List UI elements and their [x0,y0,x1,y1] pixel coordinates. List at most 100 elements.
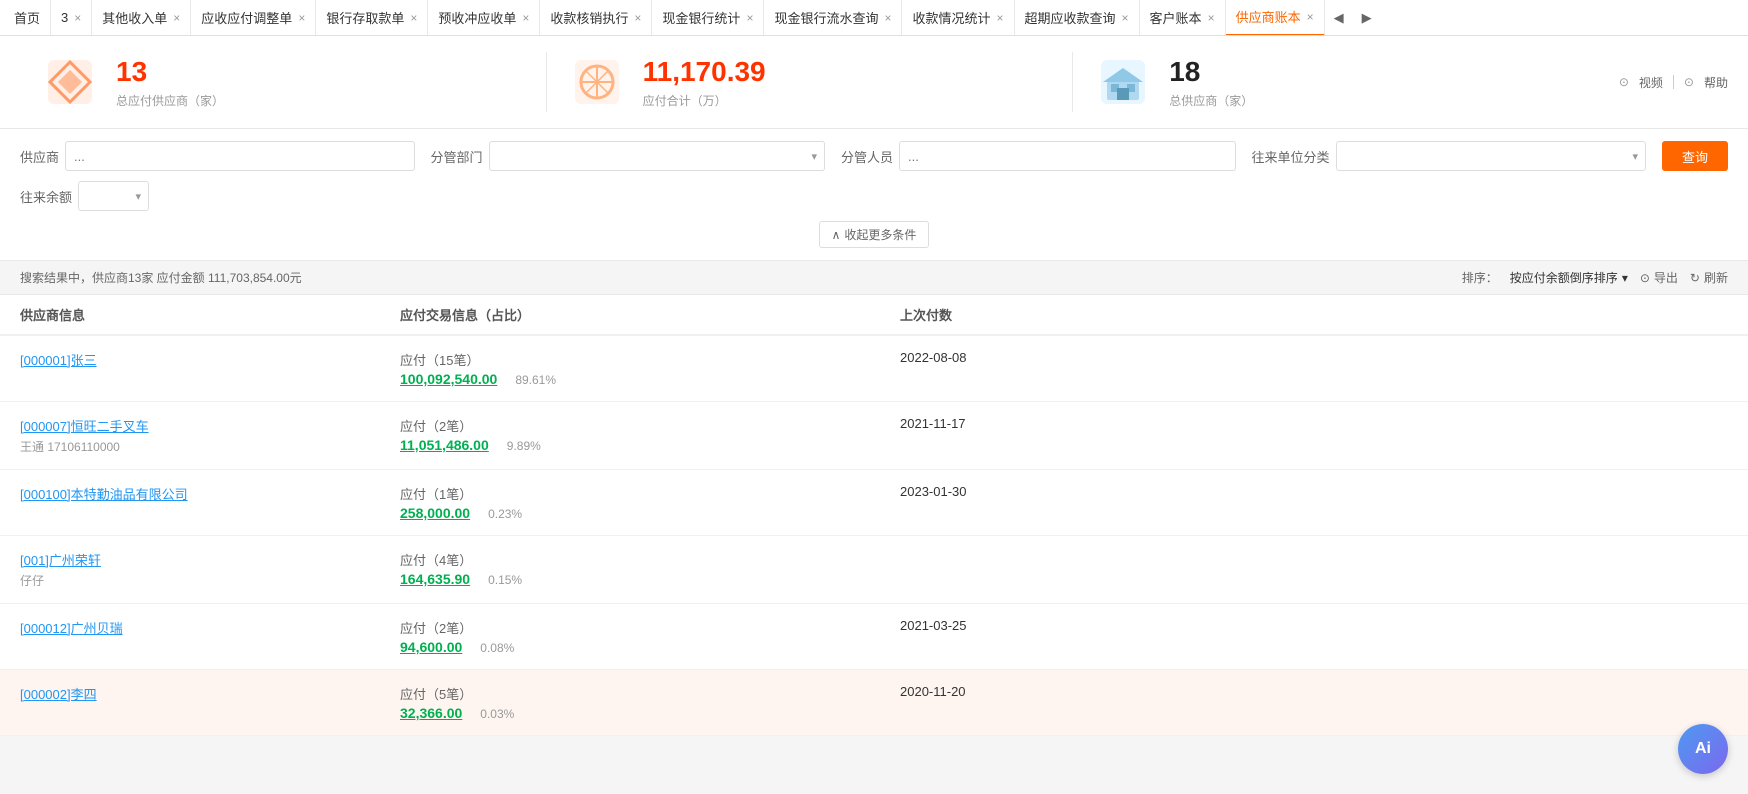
nav-tab-receipt-stat-label: 收款情况统计 [912,8,990,27]
supplier-cell-4: [000012]广州贝瑞 [20,618,400,637]
tx-label-3: 应付（4笔） [400,550,900,569]
category-select[interactable] [1336,141,1646,171]
supplier-link-2[interactable]: [000100]本特勤油品有限公司 [20,484,400,503]
nav-tab-cash-bank-stat[interactable]: 现金银行统计 × [652,0,764,36]
nav-tab-bank-deposit-label: 银行存取款单 [326,8,404,27]
lastpay-cell-1: 2021-11-17 [900,416,1728,431]
tx-percent-0: 89.61% [515,373,556,387]
nav-tab-supplier-ledger[interactable]: 供应商账本 × [1226,0,1325,36]
total-payable-amount-label: 应付合计（万） [643,92,766,109]
nav-tab-home-label: 首页 [14,8,40,27]
filter-row-2: 往来余额 选择... ▾ [20,181,1728,211]
tx-amount-5[interactable]: 32,366.00 [400,705,462,721]
nav-tab-ar-ap-adjust-label: 应收应付调整单 [201,8,292,27]
help-links: ⊙ 视频 ⊙ 帮助 [1599,74,1728,91]
tx-amount-3[interactable]: 164,635.90 [400,571,470,587]
supplier-link-4[interactable]: [000012]广州贝瑞 [20,618,400,637]
filter-row-1: 供应商 分管部门 ▾ 分管人员 往来单位分类 ▾ 查询 [20,141,1728,171]
dept-select-wrapper: ▾ [489,141,825,171]
nav-arrow-left[interactable]: ◀ [1325,0,1353,36]
close-icon[interactable]: × [173,11,180,25]
close-icon[interactable]: × [997,11,1004,25]
refresh-label: 刷新 [1704,269,1728,286]
nav-tab-cash-bank-flow[interactable]: 现金银行流水查询 × [764,0,902,36]
tx-row-1: 11,051,486.00 9.89% [400,435,900,453]
supplier-input[interactable] [65,141,414,171]
nav-tab-customer-ledger[interactable]: 客户账本 × [1140,0,1226,36]
col-header-transaction: 应付交易信息（占比） [400,305,900,324]
nav-tab-prepay-ar[interactable]: 预收冲应收单 × [428,0,540,36]
nav-tab-other-income[interactable]: 其他收入单 × [92,0,191,36]
balance-label: 往来余额 [20,187,72,206]
nav-tab-overdue-ar-label: 超期应收款查询 [1025,8,1116,27]
filter-item-dept: 分管部门 ▾ [431,141,826,171]
close-icon[interactable]: × [1122,11,1129,25]
close-icon[interactable]: × [74,11,81,25]
supplier-sub-1: 王通 17106110000 [20,438,400,455]
divider [1673,75,1674,89]
supplier-link-5[interactable]: [000002]李四 [20,684,400,703]
close-icon[interactable]: × [1208,11,1215,25]
supplier-cell-1: [000007]恒旺二手叉车 王通 17106110000 [20,416,400,455]
balance-select[interactable]: 选择... [78,181,149,211]
nav-tab-other-income-label: 其他收入单 [102,8,167,27]
last-pay-date-5: 2020-11-20 [900,684,966,699]
close-icon[interactable]: × [634,11,641,25]
supplier-cell-3: [001]广州荣轩 仔仔 [20,550,400,589]
supplier-cell-5: [000002]李四 [20,684,400,703]
tx-row-4: 94,600.00 0.08% [400,637,900,655]
supplier-link-3[interactable]: [001]广州荣轩 [20,550,400,569]
tx-percent-3: 0.15% [488,573,522,587]
supplier-link-0[interactable]: [000001]张三 [20,350,400,369]
transaction-cell-0: 应付（15笔） 100,092,540.00 89.61% [400,350,900,387]
tx-percent-2: 0.23% [488,507,522,521]
sort-select[interactable]: 按应付余额倒序排序 ▾ [1510,269,1628,286]
video-link[interactable]: 视频 [1639,74,1663,91]
tx-amount-4[interactable]: 94,600.00 [400,639,462,655]
col-header-lastpay: 上次付数 [900,305,1728,324]
close-icon[interactable]: × [410,11,417,25]
collapse-button[interactable]: ∧ 收起更多条件 [819,221,930,248]
nav-tab-ar-ap-adjust[interactable]: 应收应付调整单 × [191,0,316,36]
summary-info-amount: 11,170.39 应付合计（万） [643,55,766,110]
summary-bar: 13 总应付供应商（家） 11,170.39 应付合计（万） [0,36,1748,129]
nav-tab-receipt-stat[interactable]: 收款情况统计 × [902,0,1014,36]
ai-button[interactable]: Ai [1678,724,1728,774]
refresh-icon: ↻ [1690,271,1700,285]
supplier-cell-2: [000100]本特勤油品有限公司 [20,484,400,503]
store-icon [1093,52,1153,112]
total-payable-amount-number: 11,170.39 [643,55,766,89]
refresh-button[interactable]: ↻ 刷新 [1690,269,1728,286]
lastpay-cell-4: 2021-03-25 [900,618,1728,633]
tx-amount-1[interactable]: 11,051,486.00 [400,437,489,453]
nav-arrow-right[interactable]: ▶ [1353,0,1381,36]
nav-tab-overdue-ar[interactable]: 超期应收款查询 × [1015,0,1140,36]
close-icon[interactable]: × [298,11,305,25]
table-area: 供应商信息 应付交易信息（占比） 上次付数 [000001]张三 应付（15笔）… [0,295,1748,736]
dept-select[interactable] [489,141,825,171]
help-link[interactable]: 帮助 [1704,74,1728,91]
close-icon[interactable]: × [746,11,753,25]
tx-amount-2[interactable]: 258,000.00 [400,505,470,521]
tx-label-1: 应付（2笔） [400,416,900,435]
tx-label-5: 应付（5笔） [400,684,900,703]
nav-tab-3[interactable]: 3 × [51,0,92,36]
sort-value: 按应付余额倒序排序 [1510,269,1618,286]
supplier-link-1[interactable]: [000007]恒旺二手叉车 [20,416,400,435]
nav-tab-receipt-verify[interactable]: 收款核销执行 × [540,0,652,36]
person-input[interactable] [899,141,1235,171]
total-payable-suppliers-number: 13 [116,55,224,89]
transaction-cell-2: 应付（1笔） 258,000.00 0.23% [400,484,900,521]
close-icon[interactable]: × [1307,10,1314,24]
export-button[interactable]: ⊙ 导出 [1640,269,1678,286]
nav-tab-bank-deposit[interactable]: 银行存取款单 × [316,0,428,36]
tx-percent-5: 0.03% [480,707,514,721]
close-icon[interactable]: × [884,11,891,25]
tx-row-5: 32,366.00 0.03% [400,703,900,721]
supplier-sub-3: 仔仔 [20,572,400,589]
tx-amount-0[interactable]: 100,092,540.00 [400,371,497,387]
summary-info-suppliers: 13 总应付供应商（家） [116,55,224,110]
nav-tab-home[interactable]: 首页 [4,0,51,36]
close-icon[interactable]: × [522,11,529,25]
search-button[interactable]: 查询 [1662,141,1728,171]
